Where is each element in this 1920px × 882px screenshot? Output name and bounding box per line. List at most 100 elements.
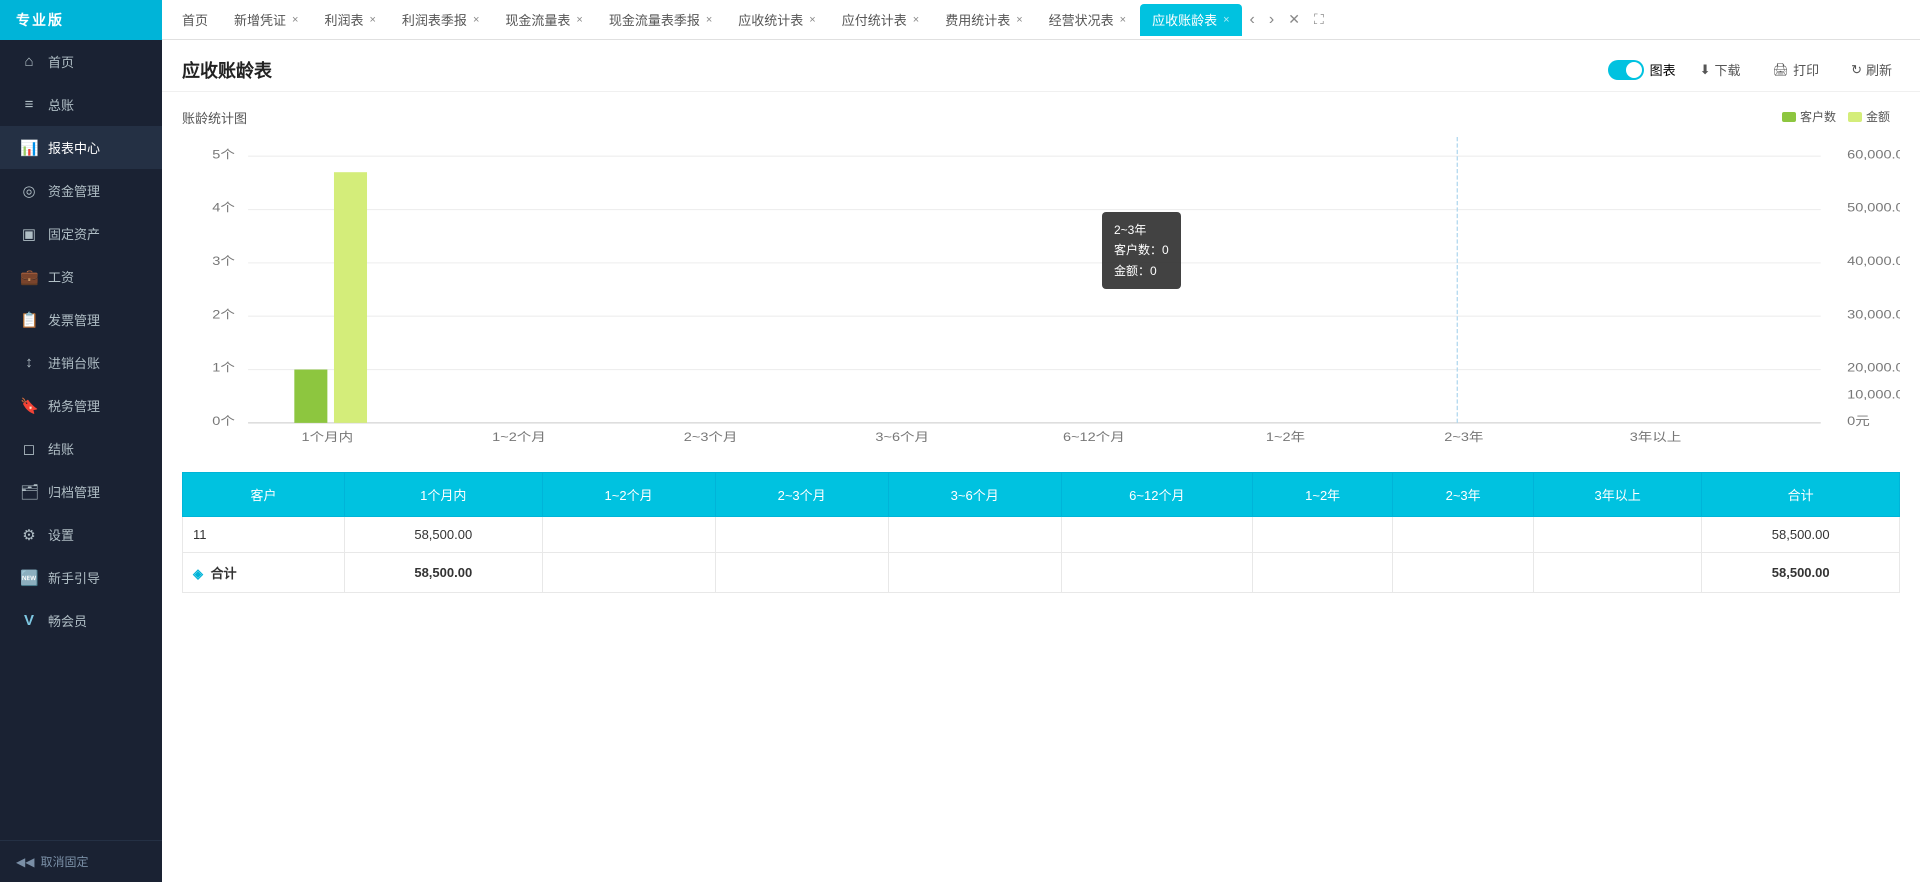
tab-label-home: 首页 — [182, 10, 208, 29]
sidebar-item-salary[interactable]: 💼 工资 — [0, 255, 162, 298]
total-y2 — [1393, 553, 1533, 593]
col-m2: 1~2个月 — [542, 473, 715, 517]
chart-toggle[interactable]: 图表 — [1608, 60, 1676, 80]
sidebar-label-home: 首页 — [48, 52, 74, 71]
sidebar-label-settings: 设置 — [48, 525, 74, 544]
tab-close-cashflow-quarter[interactable]: × — [706, 14, 712, 26]
tab-business-stat[interactable]: 经营状况表 × — [1037, 4, 1138, 36]
tab-close-profit[interactable]: × — [369, 14, 375, 26]
tab-close-cashflow[interactable]: × — [576, 14, 582, 26]
data-table: 客户 1个月内 1~2个月 2~3个月 3~6个月 6~12个月 1~2年 2~… — [182, 472, 1900, 593]
refresh-btn[interactable]: ↻ 刷新 — [1843, 56, 1900, 83]
refresh-icon: ↻ — [1851, 62, 1862, 78]
chart-title: 账龄统计图 — [182, 108, 1900, 127]
total-total: 58,500.00 — [1702, 553, 1900, 593]
tab-prev-btn[interactable]: ‹ — [1244, 4, 1261, 36]
tab-label-expense-stat: 费用统计表 — [945, 10, 1010, 29]
sidebar-item-funds[interactable]: ◎ 资金管理 — [0, 169, 162, 212]
svg-text:1个月内: 1个月内 — [302, 430, 354, 443]
checkout-icon: ◻ — [20, 440, 38, 458]
cell-total-0: 58,500.00 — [1702, 517, 1900, 553]
svg-text:1~2年: 1~2年 — [1266, 430, 1305, 443]
tab-cashflow[interactable]: 现金流量表 × — [493, 4, 594, 36]
tab-close-expense-stat[interactable]: × — [1016, 14, 1022, 26]
tab-label-receivable-stat: 应收统计表 — [738, 10, 803, 29]
download-label: 下载 — [1715, 60, 1741, 79]
sidebar-item-archive[interactable]: 🗂 归档管理 — [0, 470, 162, 513]
chart-legend: 客户数 金额 — [1782, 108, 1890, 125]
sidebar-item-tax[interactable]: 🔖 税务管理 — [0, 384, 162, 427]
tab-aging[interactable]: 应收账龄表 × — [1140, 4, 1241, 36]
tab-expense-stat[interactable]: 费用统计表 × — [933, 4, 1034, 36]
svg-text:2~3个月: 2~3个月 — [684, 430, 738, 443]
sidebar-label-checkout: 结账 — [48, 439, 74, 458]
download-icon: ⬇ — [1700, 62, 1711, 78]
total-m3 — [715, 553, 888, 593]
sidebar-item-checkout[interactable]: ◻ 结账 — [0, 427, 162, 470]
sidebar-footer-pin[interactable]: ◀◀ 取消固定 — [0, 840, 162, 882]
svg-text:10,000.00元: 10,000.00元 — [1847, 388, 1900, 401]
tab-cashflow-quarter[interactable]: 现金流量表季报 × — [597, 4, 724, 36]
sidebar-label-invoice: 发票管理 — [48, 310, 100, 329]
sidebar-item-purchases[interactable]: ↕ 进销台账 — [0, 341, 162, 384]
download-btn[interactable]: ⬇ 下载 — [1692, 56, 1749, 83]
tab-close-voucher[interactable]: × — [292, 14, 298, 26]
tab-home[interactable]: 首页 — [170, 4, 220, 36]
sidebar-item-invoice[interactable]: 📋 发票管理 — [0, 298, 162, 341]
tab-label-business-stat: 经营状况表 — [1049, 10, 1114, 29]
toggle-thumb — [1626, 62, 1642, 78]
col-y1: 1~2年 — [1252, 473, 1392, 517]
sidebar-item-ledger[interactable]: ≡ 总账 — [0, 83, 162, 126]
tab-label-aging: 应收账龄表 — [1152, 10, 1217, 29]
sidebar-item-home[interactable]: ⌂ 首页 — [0, 40, 162, 83]
svg-text:30,000.00元: 30,000.00元 — [1847, 308, 1900, 321]
cell-m2-0 — [542, 517, 715, 553]
tab-close-business-stat[interactable]: × — [1120, 14, 1126, 26]
svg-text:0元: 0元 — [1847, 414, 1870, 427]
tab-close-payable-stat[interactable]: × — [913, 14, 919, 26]
svg-text:1个: 1个 — [212, 361, 235, 374]
tab-close-profit-quarter[interactable]: × — [473, 14, 479, 26]
tab-receivable-stat[interactable]: 应收统计表 × — [726, 4, 827, 36]
sidebar-item-vip[interactable]: V 畅会员 — [0, 599, 162, 642]
guide-icon: 🆕 — [20, 569, 38, 587]
logo: 专业版 — [0, 0, 162, 40]
tab-profit[interactable]: 利润表 × — [312, 4, 387, 36]
tab-next-btn[interactable]: › — [1263, 4, 1280, 36]
cell-y2-0 — [1393, 517, 1533, 553]
table-row: 11 58,500.00 58,500.00 — [183, 517, 1900, 553]
svg-text:2~3年: 2~3年 — [1444, 430, 1483, 443]
col-m12: 6~12个月 — [1061, 473, 1252, 517]
col-y2: 2~3年 — [1393, 473, 1533, 517]
sidebar: 专业版 ⌂ 首页 ≡ 总账 📊 报表中心 ◎ 资金管理 ▣ 固定资产 💼 工资 … — [0, 0, 162, 882]
tab-close-all-btn[interactable]: ✕ — [1282, 4, 1306, 36]
tab-close-receivable-stat[interactable]: × — [809, 14, 815, 26]
tab-maximize-btn[interactable]: ⛶ — [1308, 4, 1330, 36]
sidebar-item-assets[interactable]: ▣ 固定资产 — [0, 212, 162, 255]
svg-text:4个: 4个 — [212, 201, 235, 214]
tab-close-aging[interactable]: × — [1223, 14, 1229, 26]
chart-svg: 5个 4个 3个 2个 1个 0个 60,000.00元 50,000.00元 … — [182, 137, 1900, 457]
tab-label-payable-stat: 应付统计表 — [842, 10, 907, 29]
tab-profit-quarter[interactable]: 利润表季报 × — [390, 4, 491, 36]
sidebar-label-assets: 固定资产 — [48, 224, 100, 243]
tab-voucher[interactable]: 新增凭证 × — [222, 4, 310, 36]
sidebar-item-guide[interactable]: 🆕 新手引导 — [0, 556, 162, 599]
table-total-row: ◈ 合计 58,500.00 58,500.00 — [183, 553, 1900, 593]
tab-payable-stat[interactable]: 应付统计表 × — [830, 4, 931, 36]
page-content: 应收账龄表 图表 ⬇ 下载 🖨 打印 ↻ 刷新 — [162, 40, 1920, 882]
print-btn[interactable]: 🖨 打印 — [1765, 56, 1828, 83]
page-header: 应收账龄表 图表 ⬇ 下载 🖨 打印 ↻ 刷新 — [162, 40, 1920, 92]
sidebar-label-salary: 工资 — [48, 267, 74, 286]
sidebar-item-settings[interactable]: ⚙ 设置 — [0, 513, 162, 556]
total-icon: ◈ — [193, 566, 203, 581]
sidebar-item-reports[interactable]: 📊 报表中心 — [0, 126, 162, 169]
svg-text:20,000.00元: 20,000.00元 — [1847, 361, 1900, 374]
col-total: 合计 — [1702, 473, 1900, 517]
cell-customer-0: 11 — [183, 517, 345, 553]
svg-text:50,000.00元: 50,000.00元 — [1847, 201, 1900, 214]
print-label: 打印 — [1793, 60, 1819, 79]
toggle-track[interactable] — [1608, 60, 1644, 80]
total-label-text: 合计 — [211, 566, 237, 581]
total-m2 — [542, 553, 715, 593]
